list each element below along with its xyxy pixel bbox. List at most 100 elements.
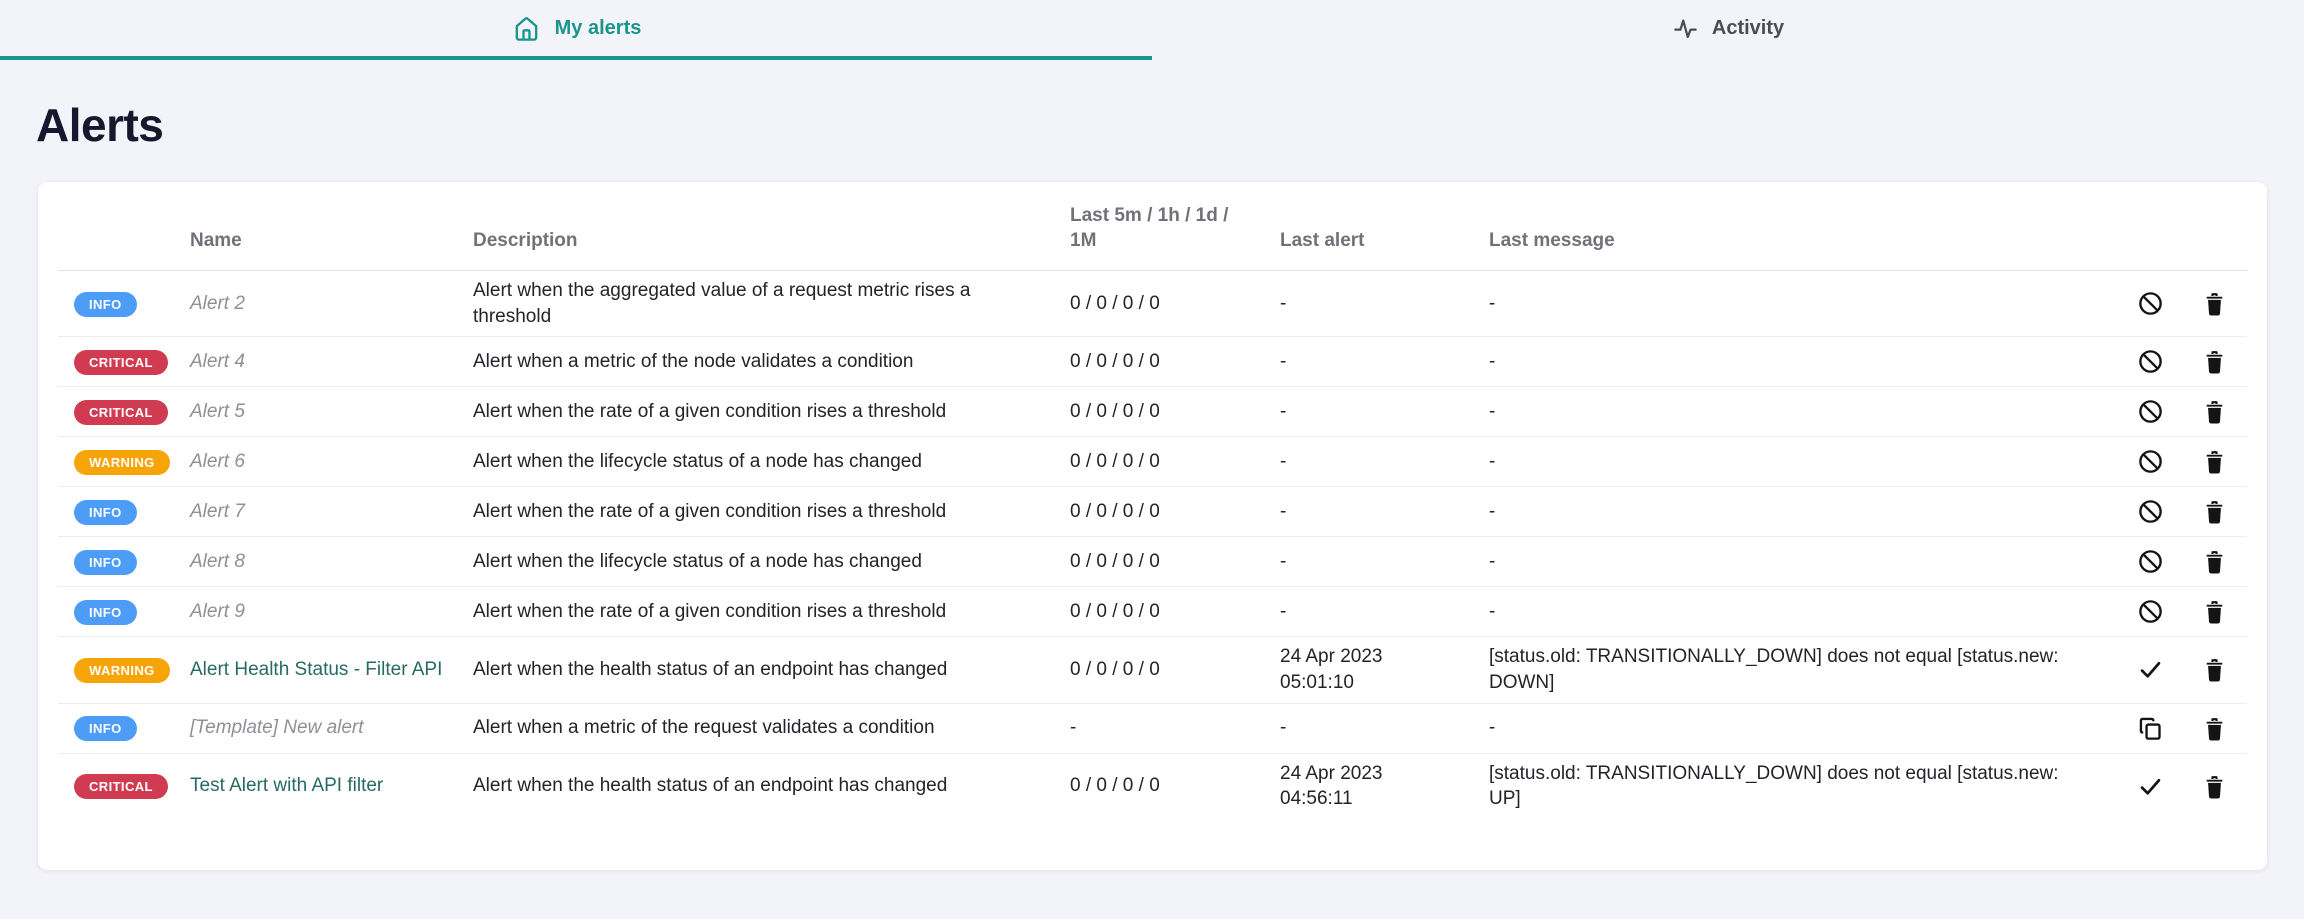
alert-counts: 0 / 0 / 0 / 0 [1070,291,1280,317]
alert-last-message: - [1489,399,2087,425]
alert-description: Alert when the health status of an endpo… [473,773,1070,799]
alert-counts: - [1070,715,1280,741]
table-row: CRITICAL Test Alert with API filter Aler… [58,754,2247,819]
alert-last-alert: - [1280,715,1489,741]
alert-name[interactable]: Alert 5 [190,401,245,422]
alert-description: Alert when the rate of a given condition… [473,399,1070,425]
mute-button-ban-icon[interactable] [2137,598,2164,625]
alert-name[interactable]: Test Alert with API filter [190,775,383,796]
alert-counts: 0 / 0 / 0 / 0 [1070,657,1280,683]
severity-badge: INFO [74,292,137,317]
tab-bar: My alerts Activity [0,0,2304,60]
table-row: WARNING Alert Health Status - Filter API… [58,637,2247,703]
severity-badge: WARNING [74,658,170,683]
alert-name[interactable]: Alert Health Status - Filter API [190,659,442,680]
severity-badge: INFO [74,600,137,625]
alerts-card: Name Description Last 5m / 1h / 1d / 1M … [38,182,2267,870]
tab-my-alerts[interactable]: My alerts [0,0,1152,60]
alert-last-message: - [1489,291,2087,317]
delete-button-trash-icon[interactable] [2202,656,2227,683]
severity-badge: CRITICAL [74,400,168,425]
alert-description: Alert when the rate of a given condition… [473,599,1070,625]
alert-counts: 0 / 0 / 0 / 0 [1070,399,1280,425]
delete-button-trash-icon[interactable] [2202,348,2227,375]
alert-name[interactable]: Alert 8 [190,551,245,572]
home-icon [511,13,542,44]
severity-badge: CRITICAL [74,774,168,799]
alert-description: Alert when a metric of the node validate… [473,349,1070,375]
delete-button-trash-icon[interactable] [2202,773,2227,800]
alert-counts: 0 / 0 / 0 / 0 [1070,349,1280,375]
delete-button-trash-icon[interactable] [2202,548,2227,575]
mute-button-ban-icon[interactable] [2137,348,2164,375]
alert-name[interactable]: Alert 9 [190,601,245,622]
table-row: WARNING Alert 6 Alert when the lifecycle… [58,437,2247,487]
alert-name[interactable]: [Template] New alert [190,717,364,738]
alert-last-message: - [1489,549,2087,575]
delete-button-trash-icon[interactable] [2202,598,2227,625]
header-name: Name [190,228,473,254]
table-row: CRITICAL Alert 5 Alert when the rate of … [58,387,2247,437]
alert-last-alert: - [1280,291,1489,317]
table-row: INFO Alert 8 Alert when the lifecycle st… [58,537,2247,587]
mute-button-ban-icon[interactable] [2137,448,2164,475]
alert-last-message: [status.old: TRANSITIONALLY_DOWN] does n… [1489,761,2087,812]
alert-counts: 0 / 0 / 0 / 0 [1070,499,1280,525]
severity-badge: INFO [74,500,137,525]
alert-name[interactable]: Alert 4 [190,351,245,372]
alert-last-alert: - [1280,499,1489,525]
alert-description: Alert when the health status of an endpo… [473,657,1070,683]
alert-last-alert: - [1280,449,1489,475]
delete-button-trash-icon[interactable] [2202,448,2227,475]
alert-last-message: - [1489,449,2087,475]
delete-button-trash-icon[interactable] [2202,398,2227,425]
table-row: INFO Alert 2 Alert when the aggregated v… [58,271,2247,337]
alert-description: Alert when the aggregated value of a req… [473,278,1070,329]
mute-button-ban-icon[interactable] [2137,290,2164,317]
alert-name[interactable]: Alert 2 [190,293,245,314]
header-last-message: Last message [1489,228,2087,254]
alert-last-message: - [1489,349,2087,375]
severity-badge: INFO [74,716,137,741]
acknowledge-button-check-icon[interactable] [2137,656,2164,683]
header-last-alert: Last alert [1280,228,1489,254]
alert-last-alert: - [1280,549,1489,575]
alert-counts: 0 / 0 / 0 / 0 [1070,449,1280,475]
acknowledge-button-check-icon[interactable] [2137,773,2164,800]
alert-description: Alert when the lifecycle status of a nod… [473,549,1070,575]
tab-label: Activity [1712,17,1784,40]
table-row: CRITICAL Alert 4 Alert when a metric of … [58,337,2247,387]
delete-button-trash-icon[interactable] [2202,290,2227,317]
page-title: Alerts [36,98,2304,152]
mute-button-ban-icon[interactable] [2137,498,2164,525]
alert-last-alert: 24 Apr 2023 05:01:10 [1280,644,1489,695]
header-counts: Last 5m / 1h / 1d / 1M [1070,203,1280,254]
alert-name[interactable]: Alert 7 [190,501,245,522]
severity-badge: INFO [74,550,137,575]
alert-description: Alert when the lifecycle status of a nod… [473,449,1070,475]
severity-badge: WARNING [74,450,170,475]
delete-button-trash-icon[interactable] [2202,498,2227,525]
table-row: INFO Alert 7 Alert when the rate of a gi… [58,487,2247,537]
alert-counts: 0 / 0 / 0 / 0 [1070,549,1280,575]
table-row: INFO [Template] New alert Alert when a m… [58,704,2247,754]
tab-activity[interactable]: Activity [1152,0,2304,60]
table-row: INFO Alert 9 Alert when the rate of a gi… [58,587,2247,637]
mute-button-ban-icon[interactable] [2137,548,2164,575]
alert-last-message: [status.old: TRANSITIONALLY_DOWN] does n… [1489,644,2087,695]
alert-counts: 0 / 0 / 0 / 0 [1070,599,1280,625]
header-description: Description [473,228,1070,254]
mute-button-ban-icon[interactable] [2137,398,2164,425]
alert-last-message: - [1489,499,2087,525]
duplicate-button-copy-icon[interactable] [2137,715,2164,742]
activity-icon [1672,15,1699,42]
alert-last-message: - [1489,599,2087,625]
severity-badge: CRITICAL [74,350,168,375]
alert-description: Alert when the rate of a given condition… [473,499,1070,525]
alert-last-alert: - [1280,599,1489,625]
delete-button-trash-icon[interactable] [2202,715,2227,742]
tab-label: My alerts [555,17,642,40]
table-body: INFO Alert 2 Alert when the aggregated v… [58,271,2247,819]
alert-name[interactable]: Alert 6 [190,451,245,472]
alert-last-message: - [1489,715,2087,741]
